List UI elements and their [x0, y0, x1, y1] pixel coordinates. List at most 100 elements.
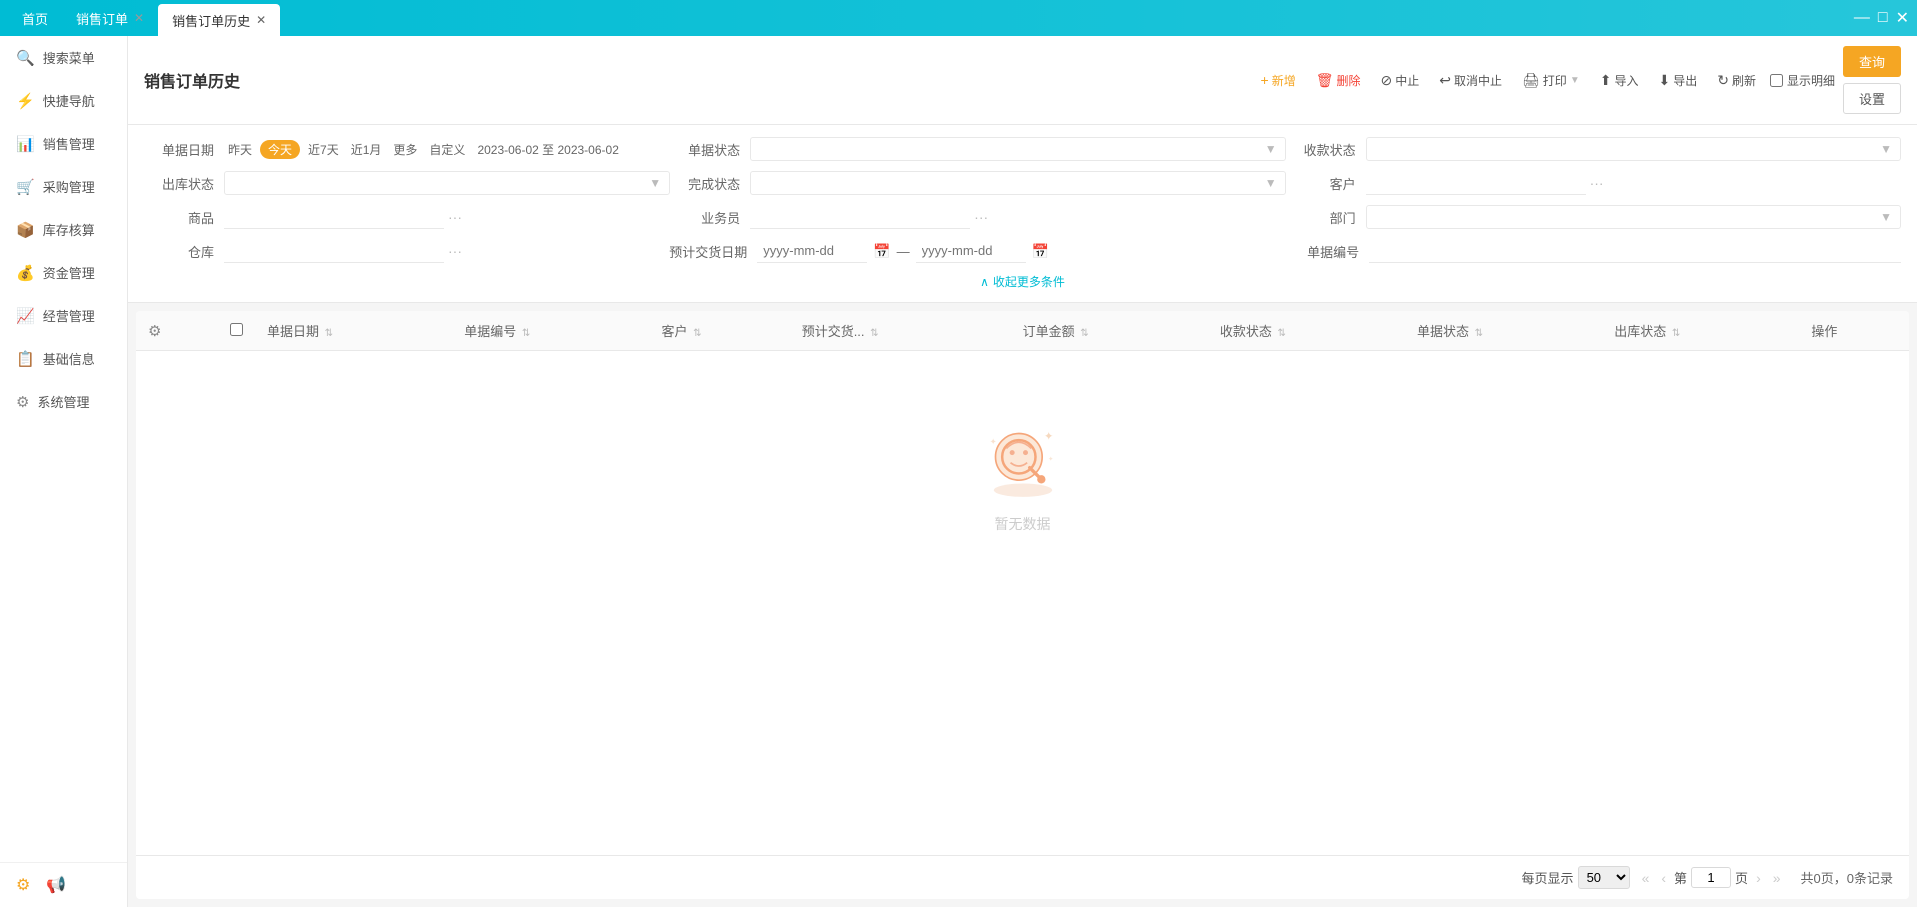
- delete-button[interactable]: 🗑 删除: [1310, 68, 1367, 93]
- date-today[interactable]: 今天: [260, 140, 300, 159]
- new-button[interactable]: + 新增: [1255, 68, 1302, 93]
- purchase-mgmt-icon: 🛒: [16, 178, 35, 196]
- first-page-btn[interactable]: «: [1638, 868, 1654, 888]
- finance-icon: 💰: [16, 264, 35, 282]
- th-settings[interactable]: ⚙: [136, 311, 218, 351]
- filter-row-1: 单据日期 昨天 今天 近7天 近1月 更多 自定义 2023-06-02 至 2…: [144, 137, 1901, 161]
- date-to-input[interactable]: [916, 239, 1026, 263]
- sidebar-item-purchase-mgmt[interactable]: 🛒 采购管理: [0, 165, 127, 208]
- sidebar-item-search-menu[interactable]: 🔍 搜索菜单: [0, 36, 127, 79]
- minimize-btn[interactable]: —: [1854, 9, 1870, 27]
- sort-customer-icon: ⇅: [693, 328, 701, 339]
- sidebar-item-quick-nav[interactable]: ⚡ 快捷导航: [0, 79, 127, 122]
- prev-page-btn[interactable]: ‹: [1657, 868, 1670, 888]
- calendar-from-icon[interactable]: 📅: [873, 243, 890, 260]
- doc-no-control: [1369, 239, 1901, 263]
- filter-row-4: 仓库 ··· 预计交货日期 📅 — 📅 单据编号: [144, 239, 1901, 263]
- product-dots-icon[interactable]: ···: [448, 209, 462, 225]
- search-menu-icon: 🔍: [16, 49, 35, 67]
- tab-sales-order-history-close[interactable]: ✕: [256, 13, 266, 27]
- salesperson-dots-icon[interactable]: ···: [974, 209, 988, 225]
- filter-row-2: 出库状态 ▼ 完成状态 ▼ 客户 ···: [144, 171, 1901, 195]
- sidebar-speaker-icon[interactable]: 📢: [46, 875, 66, 895]
- sidebar-item-sales-mgmt[interactable]: 📊 销售管理: [0, 122, 127, 165]
- date-tags: 昨天 今天 近7天 近1月 更多 自定义: [224, 140, 469, 159]
- calendar-to-icon[interactable]: 📅: [1032, 243, 1049, 260]
- th-expected-date[interactable]: 预计交货... ⇅: [790, 311, 1011, 351]
- select-all-checkbox[interactable]: [230, 323, 243, 336]
- tab-sales-order-close[interactable]: ✕: [134, 11, 144, 25]
- import-button[interactable]: ⬆ 导入: [1594, 68, 1645, 93]
- th-receipt-status[interactable]: 收款状态 ⇅: [1208, 311, 1405, 351]
- date-yesterday[interactable]: 昨天: [224, 140, 256, 159]
- out-status-select[interactable]: ▼: [224, 171, 670, 195]
- dept-control: ▼: [1366, 205, 1901, 229]
- out-status-control: ▼: [224, 171, 670, 195]
- customer-control: ···: [1366, 171, 1901, 195]
- export-button[interactable]: ⬇ 导出: [1652, 68, 1703, 93]
- date-from-input[interactable]: [757, 239, 867, 263]
- next-page-btn[interactable]: ›: [1752, 868, 1765, 888]
- sidebar-settings-icon[interactable]: ⚙: [16, 875, 30, 895]
- query-button[interactable]: 查询: [1843, 46, 1901, 77]
- th-doc-date[interactable]: 单据日期 ⇅: [255, 311, 452, 351]
- th-doc-no[interactable]: 单据编号 ⇅: [452, 311, 649, 351]
- top-bar: 首页 销售订单 ✕ 销售订单历史 ✕ — □ ✕: [0, 0, 1917, 36]
- doc-status-arrow-icon: ▼: [1265, 142, 1277, 156]
- page-size-selector: 每页显示 10 20 50 100: [1522, 866, 1630, 889]
- complete-status-select[interactable]: ▼: [750, 171, 1285, 195]
- print-icon: 🖨: [1522, 72, 1540, 89]
- date-7days[interactable]: 近7天: [304, 140, 343, 159]
- warehouse-input[interactable]: [224, 239, 444, 263]
- refresh-button[interactable]: ↻ 刷新: [1711, 68, 1762, 93]
- page-number-input[interactable]: [1691, 867, 1731, 888]
- product-control: ···: [224, 205, 670, 229]
- sidebar-item-operations[interactable]: 📈 经营管理: [0, 294, 127, 337]
- th-doc-status[interactable]: 单据状态 ⇅: [1405, 311, 1602, 351]
- svg-text:✦: ✦: [989, 436, 996, 446]
- stop-button[interactable]: ⊘ 中止: [1375, 68, 1426, 93]
- window-controls: — □ ✕: [1854, 8, 1909, 28]
- date-custom[interactable]: 自定义: [425, 140, 469, 159]
- th-customer[interactable]: 客户 ⇅: [649, 311, 789, 351]
- dept-select[interactable]: ▼: [1366, 205, 1901, 229]
- date-1month[interactable]: 近1月: [347, 140, 386, 159]
- tab-sales-order[interactable]: 销售订单 ✕: [62, 0, 158, 36]
- inventory-icon: 📦: [16, 221, 35, 239]
- salesperson-input[interactable]: [750, 205, 970, 229]
- display-toggle-checkbox[interactable]: [1770, 74, 1783, 87]
- table-header: ⚙ 单据日期 ⇅ 单据编号 ⇅ 客户: [136, 311, 1909, 351]
- maximize-btn[interactable]: □: [1878, 9, 1888, 27]
- print-arrow-icon: ▼: [1570, 75, 1580, 86]
- date-separator: —: [897, 244, 910, 259]
- customer-dots-icon[interactable]: ···: [1590, 175, 1604, 191]
- th-order-amount[interactable]: 订单金额 ⇅: [1011, 311, 1208, 351]
- last-page-btn[interactable]: »: [1769, 868, 1785, 888]
- receipt-status-select[interactable]: ▼: [1366, 137, 1901, 161]
- warehouse-dots-icon[interactable]: ···: [448, 243, 462, 259]
- sales-mgmt-icon: 📊: [16, 135, 35, 153]
- tab-sales-order-history[interactable]: 销售订单历史 ✕: [158, 4, 280, 36]
- quick-nav-icon: ⚡: [16, 92, 35, 110]
- sidebar-item-inventory[interactable]: 📦 库存核算: [0, 208, 127, 251]
- table-wrap: ⚙ 单据日期 ⇅ 单据编号 ⇅ 客户: [136, 311, 1909, 855]
- page-size-select[interactable]: 10 20 50 100: [1578, 866, 1630, 889]
- collapse-button[interactable]: ∧ 收起更多条件: [144, 273, 1901, 290]
- page-header: 销售订单历史 + 新增 🗑 删除 ⊘ 中止 ↩ 取消中止: [128, 36, 1917, 125]
- sidebar-item-finance[interactable]: 💰 资金管理: [0, 251, 127, 294]
- customer-input[interactable]: [1366, 171, 1586, 195]
- close-btn[interactable]: ✕: [1896, 8, 1909, 28]
- doc-status-select[interactable]: ▼: [750, 137, 1285, 161]
- doc-no-input[interactable]: [1369, 239, 1901, 263]
- sidebar-item-base-info[interactable]: 📋 基础信息: [0, 337, 127, 380]
- sidebar-item-sys-mgmt[interactable]: ⚙ 系统管理: [0, 380, 127, 423]
- filter-area: 单据日期 昨天 今天 近7天 近1月 更多 自定义 2023-06-02 至 2…: [128, 125, 1917, 303]
- cancel-stop-button[interactable]: ↩ 取消中止: [1433, 68, 1508, 93]
- th-out-status[interactable]: 出库状态 ⇅: [1602, 311, 1799, 351]
- print-button[interactable]: 🖨 打印 ▼: [1516, 68, 1586, 93]
- warehouse-control: ···: [224, 239, 667, 263]
- product-input[interactable]: [224, 205, 444, 229]
- tab-home[interactable]: 首页: [8, 0, 62, 36]
- setting-button[interactable]: 设置: [1843, 83, 1901, 114]
- date-more[interactable]: 更多: [389, 140, 421, 159]
